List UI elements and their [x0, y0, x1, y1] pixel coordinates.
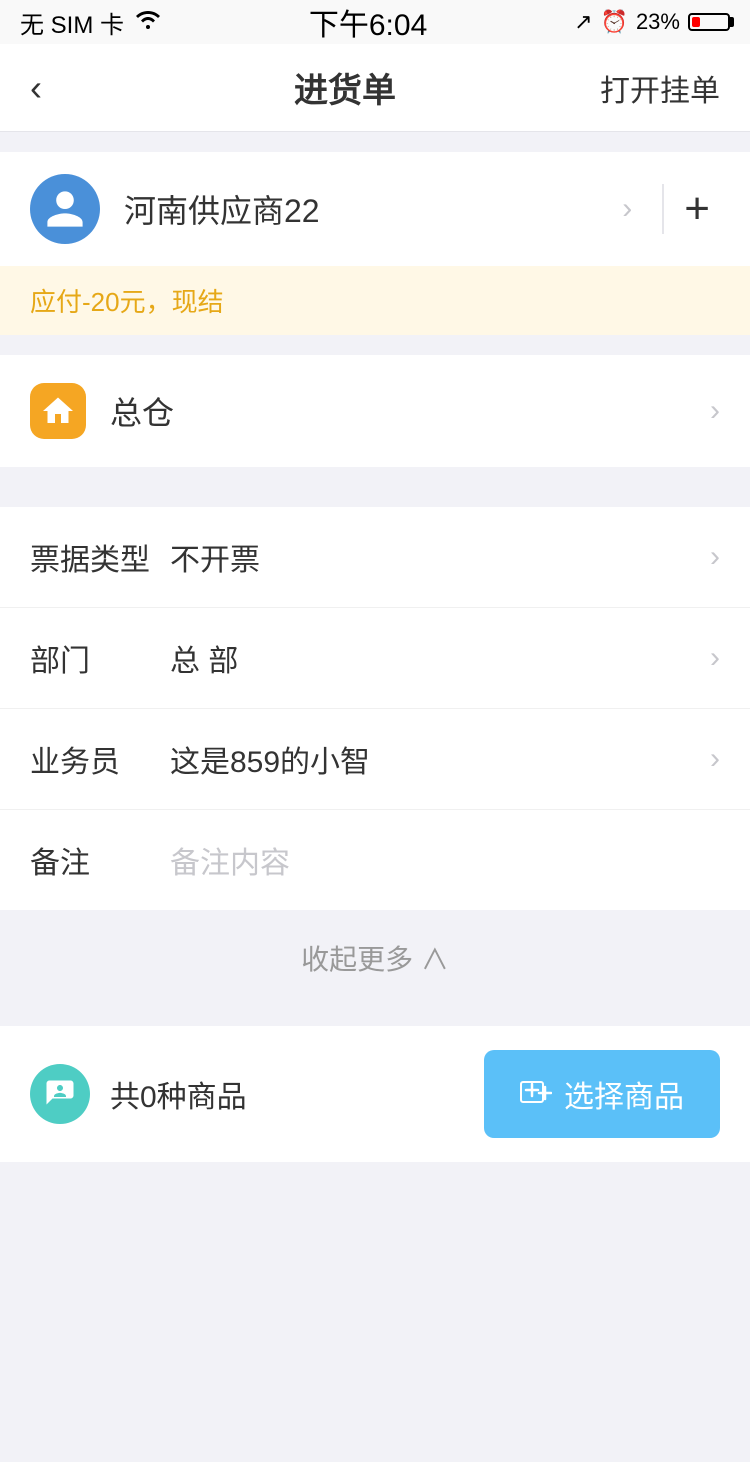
page-title: 进货单	[294, 63, 396, 112]
location-icon: ↗	[574, 9, 592, 35]
rest-area	[0, 1162, 750, 1462]
status-left: 无 SIM 卡	[20, 5, 162, 40]
department-chevron-icon: ›	[710, 641, 720, 675]
invoice-type-value: 不开票	[150, 535, 710, 579]
department-value: 总 部	[150, 636, 710, 680]
product-count-area: 共0种商品	[30, 1064, 247, 1124]
salesperson-value: 这是859的小智	[150, 737, 710, 781]
back-button[interactable]: ‹	[30, 67, 90, 109]
notice-bar: 应付-20元，现结	[0, 266, 750, 335]
wifi-icon	[134, 9, 162, 35]
department-label: 部门	[30, 636, 150, 680]
product-count-text: 共0种商品	[110, 1072, 247, 1116]
warehouse-row[interactable]: 总仓 ›	[0, 355, 750, 467]
supplier-section: 河南供应商22 › + 应付-20元，现结	[0, 152, 750, 335]
select-product-icon	[520, 1077, 552, 1112]
warehouse-icon	[30, 383, 86, 439]
salesperson-chevron-icon: ›	[710, 742, 720, 776]
add-supplier-button[interactable]: +	[674, 184, 720, 234]
carrier-label: 无 SIM 卡	[20, 5, 124, 40]
vertical-divider	[662, 184, 664, 234]
battery-percent: 23%	[636, 9, 680, 35]
supplier-name: 河南供应商22	[124, 186, 622, 232]
salesperson-label: 业务员	[30, 737, 150, 781]
form-section: 票据类型 不开票 › 部门 总 部 › 业务员 这是859的小智 › 备注 备注…	[0, 507, 750, 910]
invoice-type-chevron-icon: ›	[710, 540, 720, 574]
warehouse-chevron-icon: ›	[710, 394, 720, 428]
product-icon	[30, 1064, 90, 1124]
open-pending-button[interactable]: 打开挂单	[600, 66, 720, 110]
status-time: 下午6:04	[309, 0, 427, 44]
remark-input[interactable]: 备注内容	[150, 838, 720, 882]
nav-bar: ‹ 进货单 打开挂单	[0, 44, 750, 132]
status-bar: 无 SIM 卡 下午6:04 ↗ ⏰ 23%	[0, 0, 750, 44]
remark-row[interactable]: 备注 备注内容	[0, 810, 750, 910]
remark-label: 备注	[30, 838, 150, 882]
middle-divider	[0, 335, 750, 355]
status-right: ↗ ⏰ 23%	[574, 9, 730, 35]
select-product-button[interactable]: 选择商品	[484, 1050, 720, 1138]
collapse-label: 收起更多 ∧	[301, 938, 449, 978]
warehouse-section: 总仓 ›	[0, 355, 750, 467]
invoice-type-label: 票据类型	[30, 535, 150, 579]
collapse-row[interactable]: 收起更多 ∧	[0, 910, 750, 1006]
supplier-chevron-icon: ›	[622, 192, 632, 226]
supplier-row[interactable]: 河南供应商22 › +	[0, 152, 750, 266]
top-divider	[0, 132, 750, 152]
department-row[interactable]: 部门 总 部 ›	[0, 608, 750, 709]
alarm-icon: ⏰	[601, 9, 628, 35]
battery-icon	[688, 13, 730, 31]
salesperson-row[interactable]: 业务员 这是859的小智 ›	[0, 709, 750, 810]
form-divider	[0, 467, 750, 487]
select-product-label: 选择商品	[564, 1072, 684, 1116]
bottom-bar: 共0种商品 选择商品	[0, 1026, 750, 1162]
supplier-avatar	[30, 174, 100, 244]
invoice-type-row[interactable]: 票据类型 不开票 ›	[0, 507, 750, 608]
notice-text: 应付-20元，现结	[30, 287, 224, 317]
warehouse-label: 总仓	[110, 388, 710, 434]
